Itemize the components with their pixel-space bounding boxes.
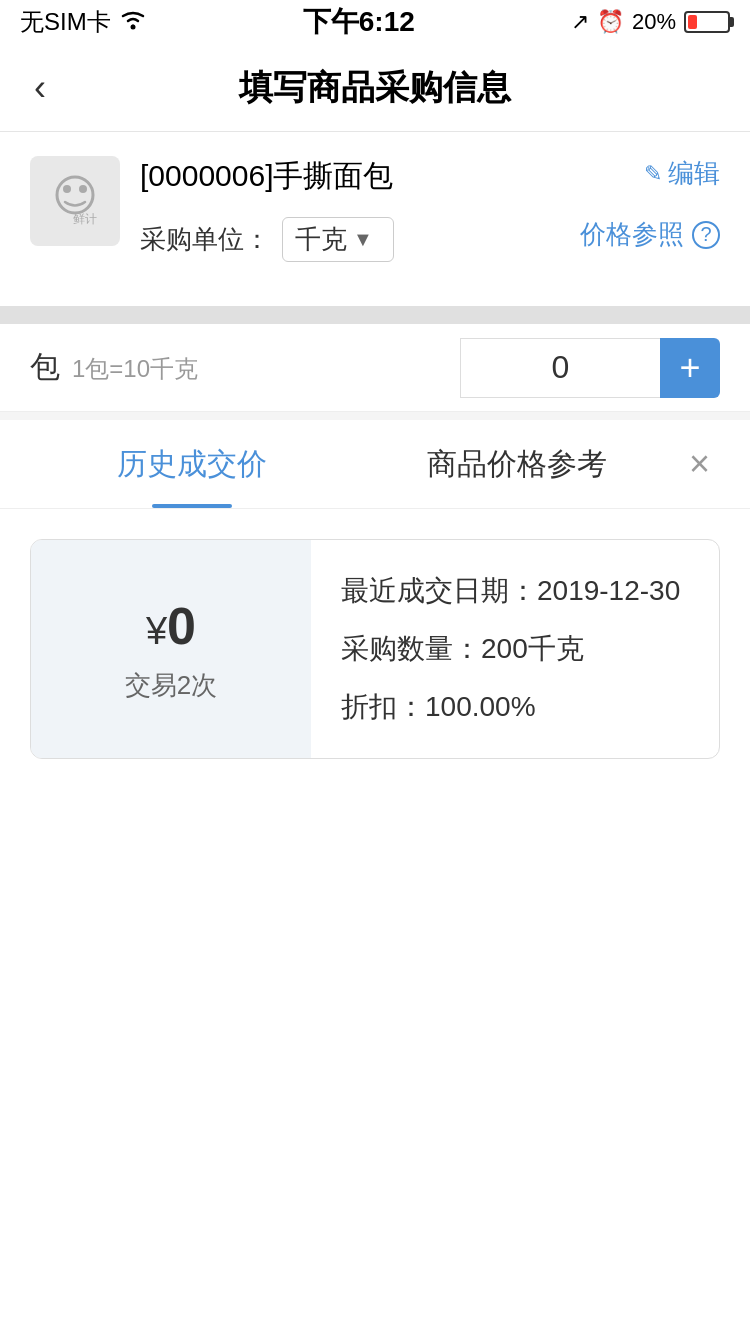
discount-value: 100.00%	[425, 691, 536, 722]
unit-value: 千克	[295, 222, 347, 257]
price-symbol: ¥	[146, 610, 167, 652]
carrier-text: 无SIM卡	[20, 6, 111, 38]
tabs-header: 历史成交价 商品价格参考 ×	[0, 420, 750, 509]
quantity-conversion: 1包=10千克	[72, 353, 198, 385]
product-name: [0000006]手撕面包	[140, 156, 394, 197]
battery-fill	[688, 15, 698, 29]
svg-point-1	[57, 177, 93, 213]
svg-point-3	[79, 185, 87, 193]
quantity-label-area: 包 1包=10千克	[30, 347, 198, 388]
bottom-area	[0, 789, 750, 1334]
product-header: 鲜计 [0000006]手撕面包 采购单位： 千克 ▼	[30, 156, 720, 262]
product-right-actions: ✎ 编辑 价格参照 ?	[580, 156, 720, 252]
status-left: 无SIM卡	[20, 6, 147, 38]
svg-point-0	[130, 25, 135, 30]
status-bar: 无SIM卡 下午6:12 ↗ ⏰ 20%	[0, 0, 750, 44]
history-price: ¥0	[146, 596, 196, 656]
svg-text:鲜计: 鲜计	[73, 212, 97, 226]
quantity-label: 采购数量：	[341, 633, 481, 664]
battery-percent: 20%	[632, 9, 676, 35]
product-left: 鲜计 [0000006]手撕面包 采购单位： 千克 ▼	[30, 156, 394, 262]
page-title: 填写商品采购信息	[239, 65, 511, 111]
tab-history-price[interactable]: 历史成交价	[30, 420, 354, 508]
tabs-panel: 历史成交价 商品价格参考 × ¥0 交易2次 最近成交日期：2019-12-3	[0, 420, 750, 789]
quantity-unit: 包	[30, 347, 60, 388]
quantity-value: 200千克	[481, 633, 584, 664]
history-card: ¥0 交易2次 最近成交日期：2019-12-30 采购数量：200千克 折扣：…	[30, 539, 720, 759]
unit-dropdown-icon: ▼	[353, 228, 373, 251]
tab-price-ref-label: 商品价格参考	[427, 444, 607, 485]
history-date-row: 最近成交日期：2019-12-30	[341, 570, 689, 612]
location-icon: ↗	[571, 9, 589, 35]
quantity-input-area: +	[460, 338, 720, 398]
svg-point-2	[63, 185, 71, 193]
product-image: 鲜计	[30, 156, 120, 246]
battery-icon	[684, 11, 730, 33]
price-ref-row: 价格参照 ?	[580, 217, 720, 252]
history-card-right: 最近成交日期：2019-12-30 采购数量：200千克 折扣：100.00%	[311, 540, 719, 758]
tab-history-label: 历史成交价	[117, 444, 267, 485]
history-trades-count: 交易2次	[125, 668, 217, 703]
product-unit-row: 采购单位： 千克 ▼	[140, 217, 394, 262]
status-time: 下午6:12	[303, 3, 415, 41]
edit-button[interactable]: ✎ 编辑	[644, 156, 720, 191]
status-right: ↗ ⏰ 20%	[571, 9, 730, 35]
history-quantity-row: 采购数量：200千克	[341, 628, 689, 670]
nav-bar: ‹ 填写商品采购信息	[0, 44, 750, 132]
edit-label: 编辑	[668, 156, 720, 191]
discount-label: 折扣：	[341, 691, 425, 722]
divider	[0, 306, 750, 324]
back-button[interactable]: ‹	[24, 57, 56, 119]
product-logo-icon: 鲜计	[45, 167, 105, 235]
unit-select[interactable]: 千克 ▼	[282, 217, 394, 262]
history-card-left: ¥0 交易2次	[31, 540, 311, 758]
product-info: [0000006]手撕面包 采购单位： 千克 ▼	[140, 156, 394, 262]
tabs-close-button[interactable]: ×	[679, 433, 720, 495]
unit-label: 采购单位：	[140, 222, 270, 257]
history-discount-row: 折扣：100.00%	[341, 686, 689, 728]
price-ref-link[interactable]: 价格参照	[580, 217, 684, 252]
date-value: 2019-12-30	[537, 575, 680, 606]
date-label: 最近成交日期：	[341, 575, 537, 606]
quantity-plus-button[interactable]: +	[660, 338, 720, 398]
content-area: 鲜计 [0000006]手撕面包 采购单位： 千克 ▼	[0, 132, 750, 1334]
quantity-row: 包 1包=10千克 +	[0, 324, 750, 412]
tab-active-indicator	[152, 504, 232, 508]
tab-price-reference[interactable]: 商品价格参考	[354, 420, 678, 508]
price-value: 0	[167, 597, 196, 655]
quantity-input[interactable]	[460, 338, 660, 398]
history-content: ¥0 交易2次 最近成交日期：2019-12-30 采购数量：200千克 折扣：…	[0, 509, 750, 789]
price-ref-help-icon[interactable]: ?	[692, 221, 720, 249]
alarm-icon: ⏰	[597, 9, 624, 35]
wifi-icon	[119, 8, 147, 36]
product-card: 鲜计 [0000006]手撕面包 采购单位： 千克 ▼	[0, 132, 750, 306]
edit-icon: ✎	[644, 161, 662, 187]
